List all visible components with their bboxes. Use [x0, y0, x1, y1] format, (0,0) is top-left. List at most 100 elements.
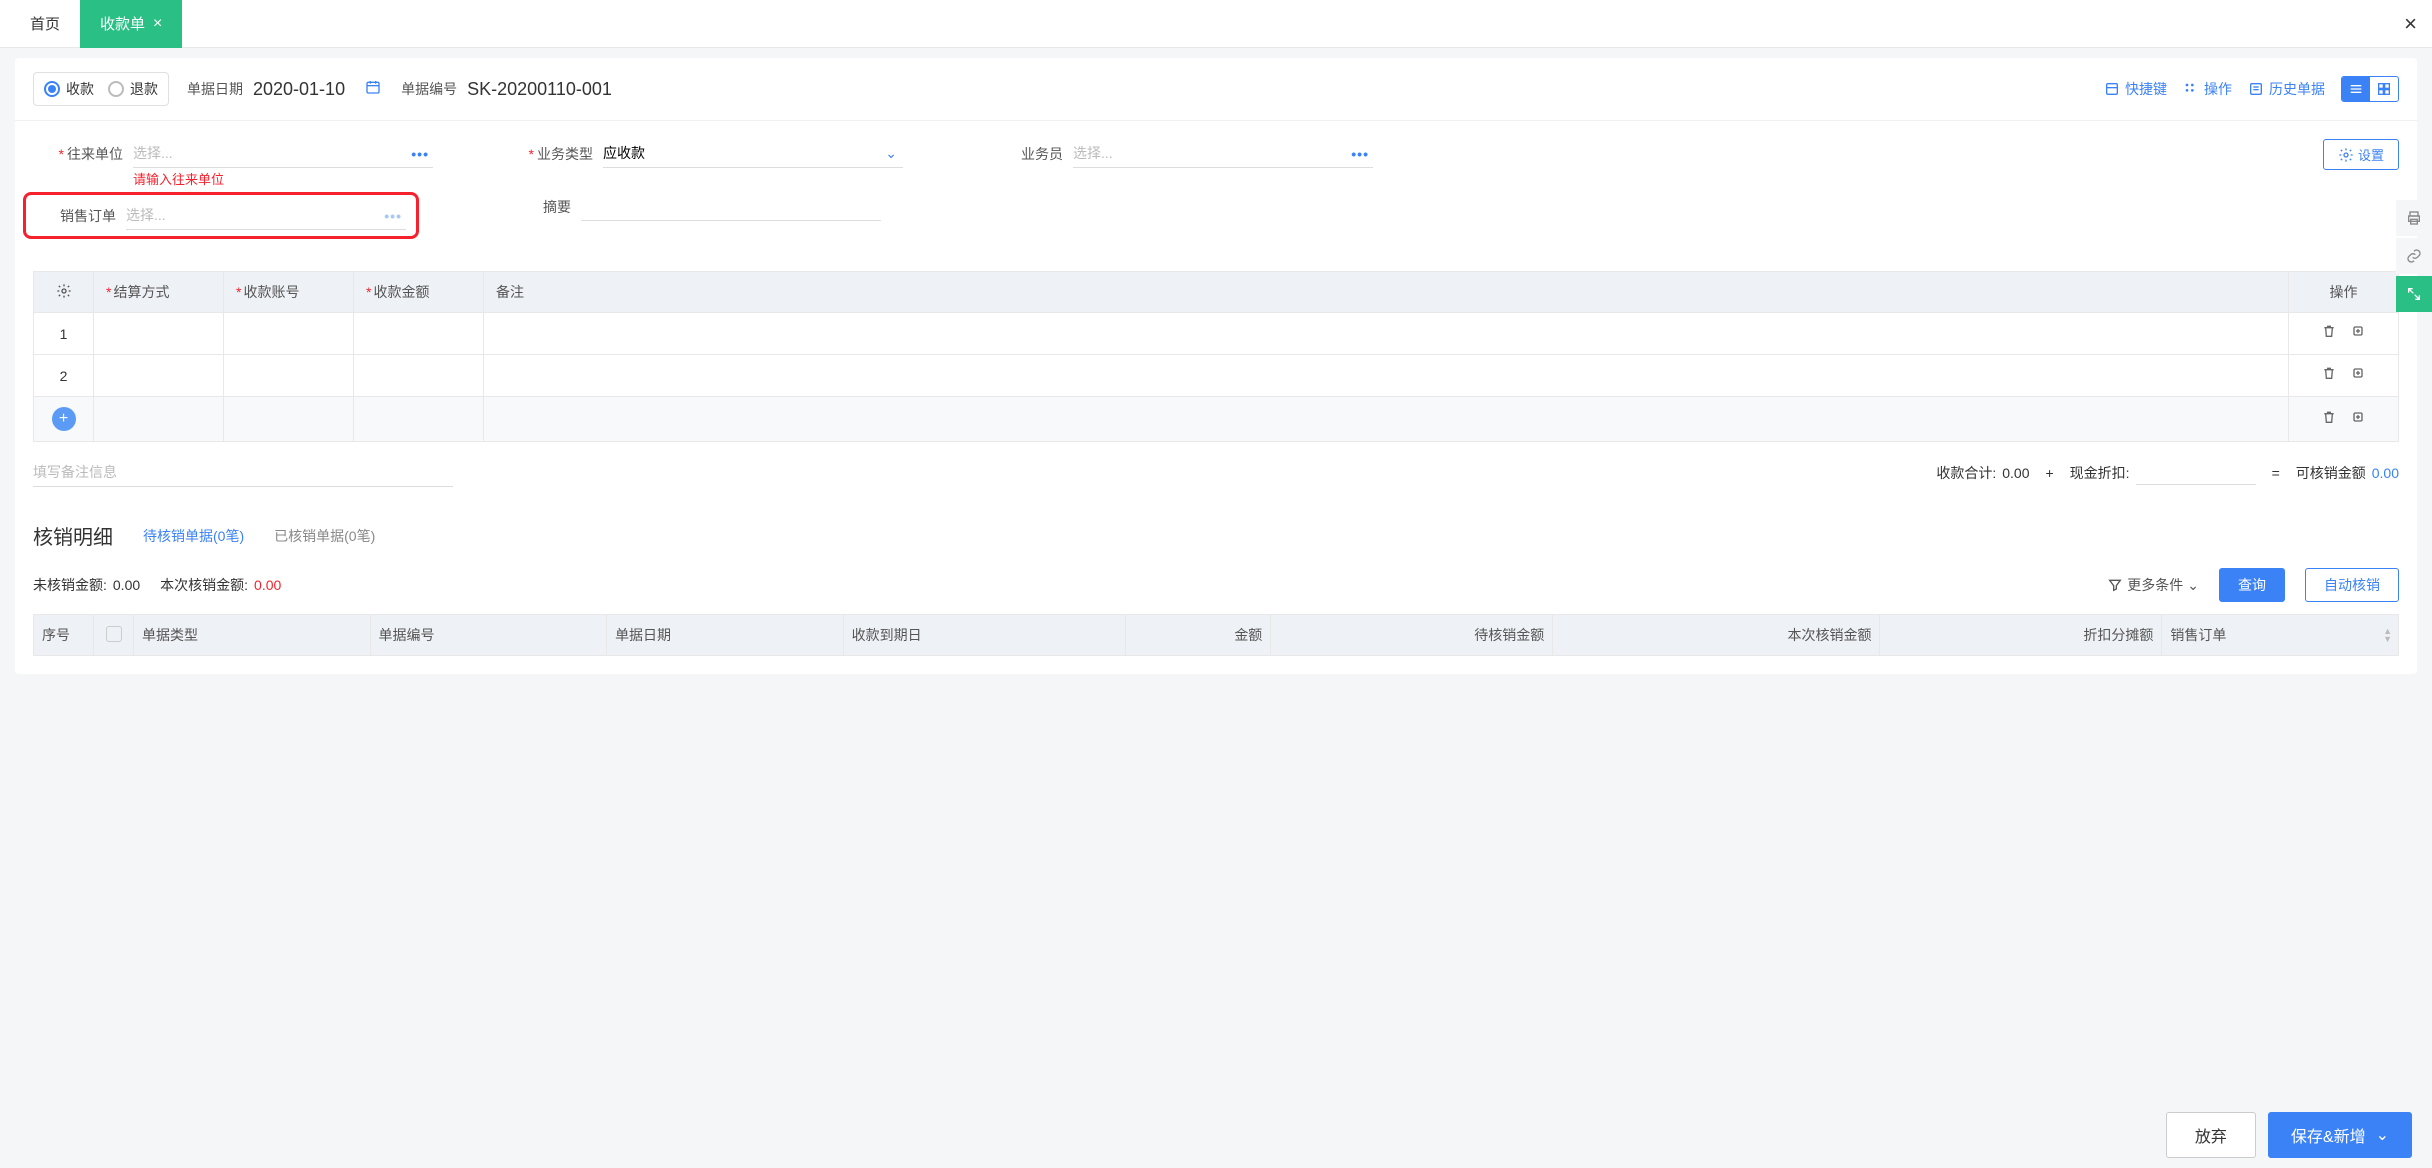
- cell-amount[interactable]: [354, 355, 484, 397]
- shortcuts-button[interactable]: 快捷键: [2104, 79, 2167, 99]
- view-card-button[interactable]: [2370, 77, 2398, 101]
- doc-date-value[interactable]: 2020-01-10: [253, 79, 345, 100]
- save-button[interactable]: 保存&新增 ⌄: [2268, 1112, 2412, 1158]
- save-label: 保存&新增: [2291, 1123, 2366, 1147]
- row-num: 2: [34, 355, 94, 397]
- this-verify-value: 0.00: [254, 577, 281, 593]
- biztype-label: 业务类型: [503, 144, 603, 164]
- link-icon[interactable]: [2396, 238, 2432, 274]
- vcol-amount[interactable]: 金额: [1125, 615, 1271, 656]
- copy-icon[interactable]: [2350, 326, 2366, 343]
- discount-input[interactable]: [2136, 461, 2256, 485]
- vcol-salesorder[interactable]: 销售订单 ▲▼: [2162, 615, 2399, 656]
- cancel-button[interactable]: 放弃: [2166, 1112, 2256, 1158]
- copy-icon[interactable]: [2350, 412, 2366, 429]
- close-icon[interactable]: ×: [153, 15, 162, 33]
- radio-refund[interactable]: 退款: [108, 79, 158, 99]
- cell-remark[interactable]: [484, 355, 2289, 397]
- doc-date-label: 单据日期: [187, 79, 243, 99]
- chevron-down-icon[interactable]: ⌄: [885, 145, 897, 162]
- expand-icon[interactable]: [2396, 276, 2432, 312]
- view-list-button[interactable]: [2342, 77, 2370, 101]
- vcol-seq: 序号: [34, 615, 94, 656]
- radio-checked-icon: [44, 81, 60, 97]
- row-num: 1: [34, 313, 94, 355]
- summary-input[interactable]: [581, 192, 881, 221]
- doc-num-value: SK-20200110-001: [467, 79, 612, 100]
- total-value: 0.00: [2002, 465, 2029, 481]
- lookup-icon[interactable]: •••: [384, 208, 402, 224]
- history-label: 历史单据: [2269, 79, 2325, 99]
- col-account: 收款账号: [224, 272, 354, 313]
- delete-icon[interactable]: [2321, 412, 2337, 429]
- salesperson-input[interactable]: [1073, 139, 1373, 168]
- cell-account[interactable]: [224, 313, 354, 355]
- vcol-docnum[interactable]: 单据编号: [370, 615, 607, 656]
- verify-tab-done[interactable]: 已核销单据(0笔): [274, 526, 375, 546]
- col-amount: 收款金额: [354, 272, 484, 313]
- salesperson-label: 业务员: [973, 144, 1073, 164]
- party-label: 往来单位: [33, 144, 133, 164]
- plus-sign: +: [2039, 465, 2059, 481]
- verify-tab-pending[interactable]: 待核销单据(0笔): [143, 526, 244, 546]
- checkbox-icon[interactable]: [106, 626, 122, 642]
- col-action: 操作: [2289, 272, 2399, 313]
- table-add-row: +: [34, 397, 2399, 442]
- table-row: 2: [34, 355, 2399, 397]
- vcol-check: [94, 615, 134, 656]
- doc-num-label: 单据编号: [401, 79, 457, 99]
- copy-icon[interactable]: [2350, 368, 2366, 385]
- gear-icon[interactable]: [34, 272, 94, 313]
- cell-remark[interactable]: [484, 313, 2289, 355]
- form-area: 往来单位 ••• 请输入往来单位 业务类型 ⌄ 业务员 ••• 设置: [15, 121, 2417, 271]
- history-button[interactable]: 历史单据: [2248, 79, 2325, 99]
- operate-label: 操作: [2204, 79, 2232, 99]
- summary-row: 收款合计: 0.00 + 现金折扣: = 可核销金额 0.00: [15, 442, 2417, 503]
- salesorder-input[interactable]: [126, 201, 406, 230]
- tab-receipt[interactable]: 收款单 ×: [80, 0, 182, 48]
- page-close-icon[interactable]: ×: [2404, 11, 2417, 37]
- sort-icon[interactable]: ▲▼: [2383, 627, 2392, 643]
- operate-button[interactable]: 操作: [2183, 79, 2232, 99]
- tab-home[interactable]: 首页: [10, 0, 80, 48]
- cell-settlement[interactable]: [94, 355, 224, 397]
- query-button[interactable]: 查询: [2219, 568, 2285, 602]
- radio-refund-label: 退款: [130, 79, 158, 99]
- add-row-button[interactable]: +: [52, 407, 76, 431]
- remarks-input[interactable]: [33, 458, 453, 487]
- delete-icon[interactable]: [2321, 368, 2337, 385]
- delete-icon[interactable]: [2321, 326, 2337, 343]
- shortcuts-label: 快捷键: [2125, 79, 2167, 99]
- vcol-doctype[interactable]: 单据类型: [134, 615, 371, 656]
- cell-amount[interactable]: [354, 313, 484, 355]
- radio-receive-label: 收款: [66, 79, 94, 99]
- settings-button[interactable]: 设置: [2323, 139, 2399, 170]
- radio-receive[interactable]: 收款: [44, 79, 94, 99]
- biztype-input[interactable]: [603, 139, 903, 168]
- footer-bar: 放弃 保存&新增 ⌄: [2166, 1102, 2412, 1168]
- lookup-icon[interactable]: •••: [1351, 146, 1369, 162]
- settings-label: 设置: [2358, 145, 2384, 164]
- lookup-icon[interactable]: •••: [411, 146, 429, 162]
- cell-account[interactable]: [224, 355, 354, 397]
- discount-label: 现金折扣:: [2070, 463, 2130, 483]
- table-row: 1: [34, 313, 2399, 355]
- vcol-docdate[interactable]: 单据日期: [607, 615, 844, 656]
- total-label: 收款合计:: [1936, 463, 1996, 483]
- vcol-discount[interactable]: 折扣分摊额: [1880, 615, 2162, 656]
- vcol-duedate[interactable]: 收款到期日: [843, 615, 1125, 656]
- cell-settlement[interactable]: [94, 313, 224, 355]
- party-input[interactable]: [133, 139, 433, 168]
- verify-amount-label: 可核销金额: [2296, 463, 2366, 483]
- view-toggle: [2341, 76, 2399, 102]
- vcol-pending[interactable]: 待核销金额: [1271, 615, 1553, 656]
- vcol-current[interactable]: 本次核销金额: [1553, 615, 1880, 656]
- more-conditions-button[interactable]: 更多条件 ⌄: [2107, 575, 2199, 595]
- print-icon[interactable]: [2396, 200, 2432, 236]
- col-remark: 备注: [484, 272, 2289, 313]
- chevron-down-icon: ⌄: [2376, 1125, 2389, 1145]
- verify-section: 核销明细 待核销单据(0笔) 已核销单据(0笔) 未核销金额: 0.00 本次核…: [15, 503, 2417, 674]
- this-verify-label: 本次核销金额:: [160, 575, 248, 595]
- auto-verify-button[interactable]: 自动核销: [2305, 568, 2399, 602]
- calendar-icon[interactable]: [365, 79, 381, 100]
